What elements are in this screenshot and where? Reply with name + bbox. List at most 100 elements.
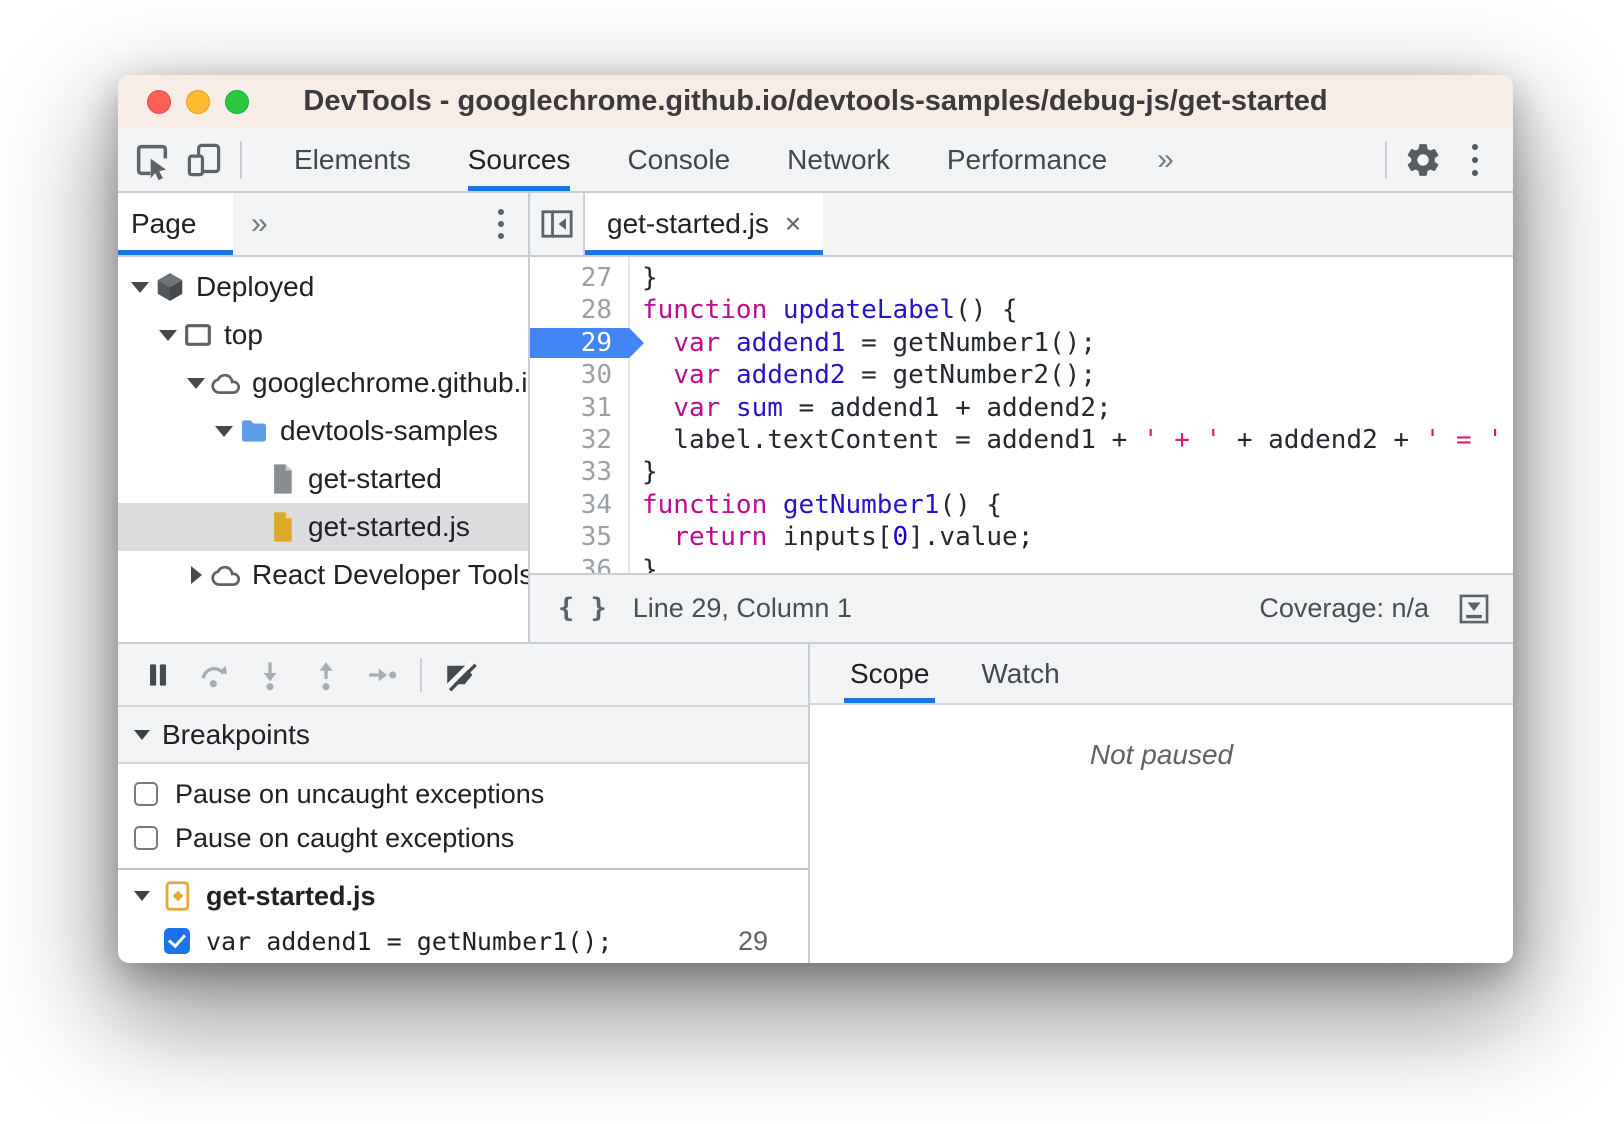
toolbar-divider <box>420 658 422 692</box>
line-number[interactable]: 32 <box>530 424 628 456</box>
step-icon[interactable] <box>354 649 410 701</box>
tree-item-label: googlechrome.github.io <box>252 367 528 399</box>
tree-item-get-started-js[interactable]: get-started.js <box>118 503 528 551</box>
checkbox-unchecked[interactable] <box>134 826 158 850</box>
tab-console[interactable]: Console <box>627 128 730 191</box>
tree-item-label: get-started <box>308 463 442 495</box>
navigator-more-tabs-button[interactable]: » <box>251 193 268 255</box>
editor-panel: get-started.js × 27282930313233343536 } f… <box>530 193 1513 642</box>
tab-elements[interactable]: Elements <box>294 128 411 191</box>
tree-item-devtools-samples[interactable]: devtools-samples <box>118 407 528 455</box>
navigator-panel: Page » Deployed top googlechrome.github.io… <box>118 193 530 642</box>
toggle-navigator-icon[interactable] <box>530 193 585 255</box>
scope-content: Not paused <box>810 705 1513 963</box>
tree-item-top[interactable]: top <box>118 311 528 359</box>
code-line-30: var addend2 = getNumber2(); <box>642 359 1513 391</box>
step-into-icon[interactable] <box>242 649 298 701</box>
toolbar-divider <box>240 141 242 179</box>
editor-tab-label: get-started.js <box>607 208 769 240</box>
cursor-position: Line 29, Column 1 <box>633 593 852 624</box>
zoom-window-button[interactable] <box>225 90 249 114</box>
close-icon[interactable]: × <box>785 208 801 240</box>
debugger-sidebar: Breakpoints Pause on uncaught exceptions… <box>118 644 810 963</box>
window-title: DevTools - googlechrome.github.io/devtoo… <box>303 85 1327 118</box>
file-tree: Deployed top googlechrome.github.io devtool… <box>118 257 528 642</box>
line-number[interactable]: 35 <box>530 521 628 553</box>
breakpoints-title: Breakpoints <box>162 719 310 751</box>
tree-item-label: devtools-samples <box>280 415 498 447</box>
cloud-icon <box>210 367 242 399</box>
code-editor[interactable]: 27282930313233343536 } function updateLab… <box>530 257 1513 573</box>
gear-icon[interactable] <box>1397 134 1449 186</box>
tree-item-googlechrome-github-io[interactable]: googlechrome.github.io <box>118 359 528 407</box>
editor-tab-get-started-js[interactable]: get-started.js × <box>585 193 823 255</box>
chevron-down-icon[interactable] <box>210 426 238 437</box>
devtools-window: DevTools - googlechrome.github.io/devtoo… <box>118 75 1513 963</box>
code-line-35: return inputs[0].value; <box>642 521 1513 553</box>
tab-watch[interactable]: Watch <box>975 644 1065 703</box>
not-paused-message: Not paused <box>810 739 1513 771</box>
tab-performance[interactable]: Performance <box>947 128 1107 191</box>
line-number[interactable]: 27 <box>530 262 628 294</box>
cloud-icon <box>210 559 242 591</box>
more-panels-button[interactable]: » <box>1157 143 1174 177</box>
line-number[interactable]: 36 <box>530 554 628 573</box>
tab-page[interactable]: Page <box>118 193 233 255</box>
chevron-down-icon[interactable] <box>154 330 182 341</box>
tree-item-react-developer-tools[interactable]: React Developer Tools <box>118 551 528 599</box>
line-number[interactable]: 34 <box>530 489 628 521</box>
line-number-gutter[interactable]: 27282930313233343536 <box>530 257 630 573</box>
breakpoint-marker-line-29[interactable]: 29 <box>530 327 628 359</box>
tree-item-label: top <box>224 319 263 351</box>
chevron-down-icon[interactable] <box>126 282 154 293</box>
code-line-33: } <box>642 456 1513 488</box>
chevron-down-icon[interactable] <box>182 378 210 389</box>
tab-scope[interactable]: Scope <box>844 644 935 703</box>
divider <box>118 868 808 870</box>
tab-network[interactable]: Network <box>787 128 890 191</box>
inspect-icon[interactable] <box>126 134 178 186</box>
deactivate-breakpoints-icon[interactable] <box>432 649 488 701</box>
tree-item-get-started[interactable]: get-started <box>118 455 528 503</box>
line-number[interactable]: 30 <box>530 359 628 391</box>
checkbox-row-pause-on-caught-exceptions[interactable]: Pause on caught exceptions <box>118 816 808 860</box>
code-line-28: function updateLabel() { <box>642 294 1513 326</box>
title-bar: DevTools - googlechrome.github.io/devtoo… <box>118 75 1513 128</box>
minimize-window-button[interactable] <box>186 90 210 114</box>
scope-watch-panel: Scope Watch Not paused <box>810 644 1513 963</box>
frame-icon <box>182 319 214 351</box>
navigator-kebab-menu-icon[interactable] <box>498 193 504 255</box>
breakpoint-file-group[interactable]: get-started.js <box>118 874 808 919</box>
line-number[interactable]: 31 <box>530 392 628 424</box>
chevron-right-icon[interactable] <box>182 566 210 584</box>
tree-item-deployed[interactable]: Deployed <box>118 263 528 311</box>
breakpoint-file-name: get-started.js <box>206 881 376 912</box>
code-line-31: var sum = addend1 + addend2; <box>642 392 1513 424</box>
code-line-32: label.textContent = addend1 + ' + ' + ad… <box>642 424 1513 456</box>
pretty-print-button[interactable]: { } <box>550 593 615 624</box>
device-toolbar-icon[interactable] <box>178 134 230 186</box>
pause-icon[interactable] <box>130 649 186 701</box>
breakpoints-section-header[interactable]: Breakpoints <box>118 705 808 764</box>
tab-sources[interactable]: Sources <box>468 128 571 191</box>
step-out-icon[interactable] <box>298 649 354 701</box>
step-over-icon[interactable] <box>186 649 242 701</box>
cube-icon <box>154 271 186 303</box>
tree-item-label: React Developer Tools <box>252 559 528 591</box>
main-toolbar: Elements Sources Console Network Performance… <box>118 128 1513 193</box>
debugger-toolbar <box>118 644 808 705</box>
breakpoint-entry[interactable]: var addend1 = getNumber1();29 <box>118 919 808 963</box>
file-gray-icon <box>266 463 298 495</box>
line-number[interactable]: 33 <box>530 456 628 488</box>
checkbox-checked[interactable] <box>164 928 190 954</box>
tree-item-label: Deployed <box>196 271 314 303</box>
checkbox-label: Pause on uncaught exceptions <box>175 779 544 810</box>
chevron-down-icon <box>134 730 150 740</box>
close-window-button[interactable] <box>147 90 171 114</box>
checkbox-unchecked[interactable] <box>134 782 158 806</box>
kebab-menu-icon[interactable] <box>1449 134 1501 186</box>
scope-watch-tabbar: Scope Watch <box>810 644 1513 705</box>
checkbox-row-pause-on-uncaught-exceptions[interactable]: Pause on uncaught exceptions <box>118 772 808 816</box>
line-number[interactable]: 28 <box>530 294 628 326</box>
open-drawer-icon[interactable] <box>1455 592 1493 626</box>
